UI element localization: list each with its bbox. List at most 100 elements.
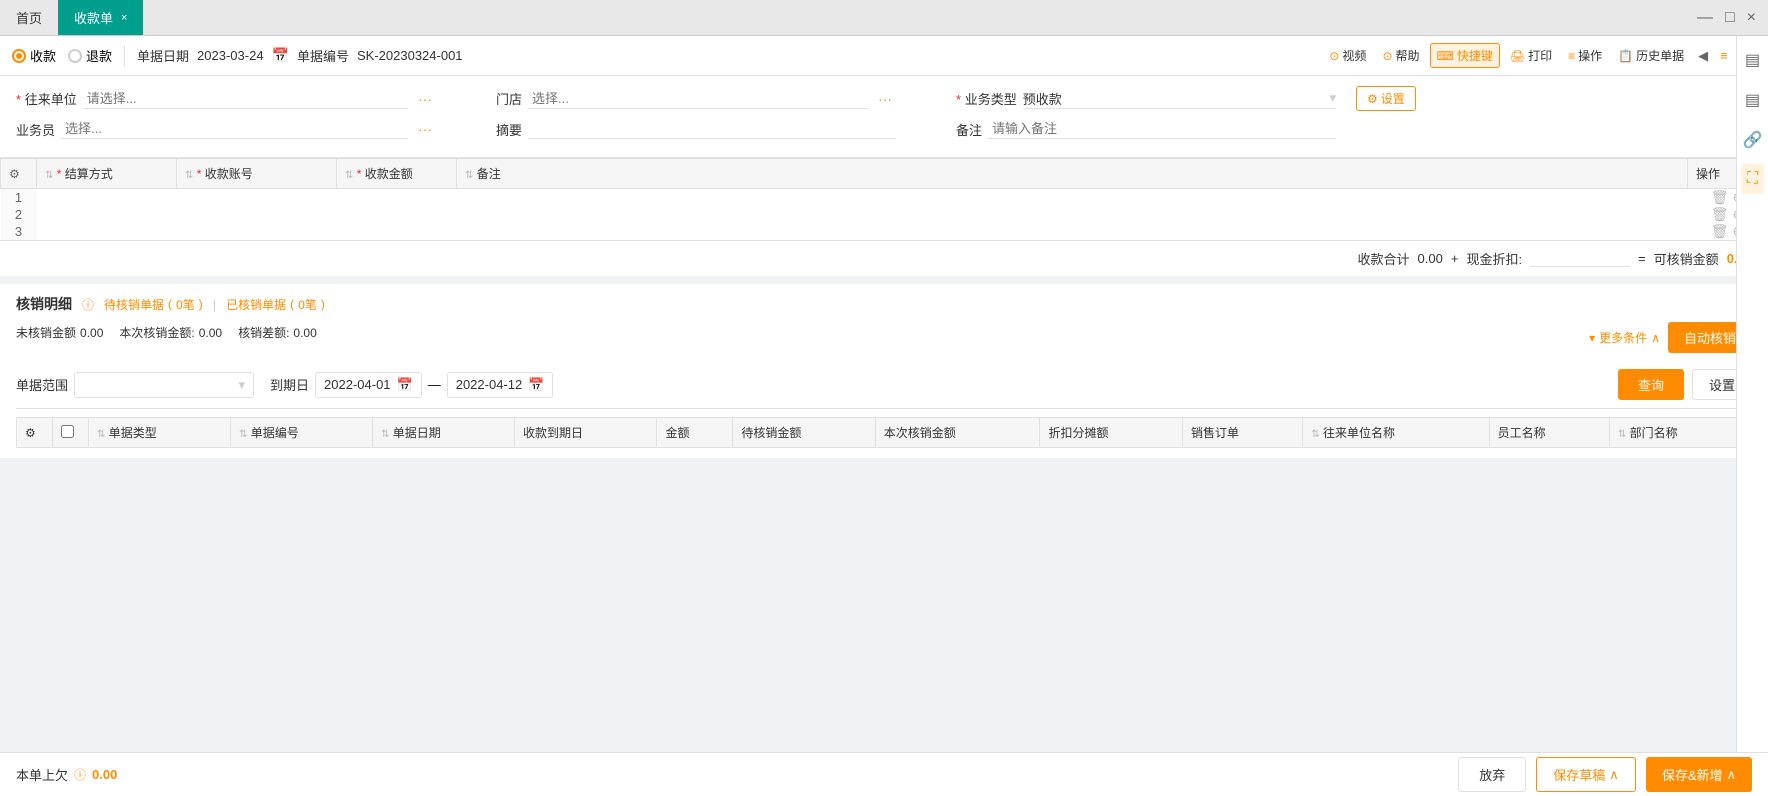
partner-input[interactable]: [83, 89, 408, 109]
tab-receipt[interactable]: 收款单 ×: [58, 0, 143, 35]
bottom-checkbox-header[interactable]: [53, 418, 89, 448]
select-all-checkbox[interactable]: [61, 425, 74, 438]
history-label: 历史单据: [1636, 47, 1684, 64]
tab-home[interactable]: 首页: [0, 0, 58, 35]
row-settle-2[interactable]: [37, 206, 177, 223]
biz-type-value: 预收款: [1023, 89, 1062, 108]
row-amount-1[interactable]: [337, 189, 457, 207]
summary-input[interactable]: [528, 119, 896, 139]
row-account-3[interactable]: [177, 223, 337, 240]
date-from-icon[interactable]: 📅: [397, 377, 413, 393]
store-label: 门店: [496, 89, 522, 108]
bottom-gear-icon[interactable]: ⚙: [25, 426, 36, 440]
form-area: * 往来单位 ··· 门店 ··· * 业务类型 预收款 ▾ ⚙: [0, 76, 1768, 158]
bottom-table-header: ⚙ ⇅ 单据类型 ⇅ 单据编号 ⇅ 单据日期: [17, 418, 1752, 448]
biz-type-select[interactable]: 预收款 ▾: [1023, 89, 1336, 109]
query-button[interactable]: 查询: [1618, 369, 1684, 400]
reconcile-info-icon[interactable]: ⓘ: [82, 296, 94, 313]
col-type-header: ⇅ 单据类型: [89, 418, 231, 448]
delete-icon-1[interactable]: 🗑: [1711, 189, 1729, 206]
save-new-label: 保存&新增: [1662, 765, 1723, 784]
date-label: 单据日期: [137, 46, 189, 65]
equals-sign: =: [1638, 251, 1646, 266]
save-draft-button[interactable]: 保存草稿 ∧: [1536, 757, 1636, 792]
save-new-button[interactable]: 保存&新增 ∧: [1646, 757, 1752, 792]
row-note-1[interactable]: [457, 189, 1688, 207]
num-value: SK-20230324-001: [357, 48, 463, 63]
shortcut-action[interactable]: ⌨ 快捷键: [1430, 43, 1500, 68]
panel-icon-1[interactable]: ▤: [1739, 44, 1766, 76]
discount-input[interactable]: [1530, 251, 1630, 267]
video-action[interactable]: ⊙ 视频: [1323, 44, 1372, 67]
pending-tab[interactable]: 待核销单据 ( 0笔 ): [104, 296, 203, 313]
current-stat: 本次核销金额: 0.00: [119, 324, 222, 341]
delete-icon-2[interactable]: 🗑: [1711, 206, 1729, 223]
shortcut-icon: ⌨: [1437, 49, 1454, 63]
store-ellipsis[interactable]: ···: [874, 91, 896, 107]
bottom-gear-header[interactable]: ⚙: [17, 418, 53, 448]
staff-input[interactable]: [61, 119, 408, 139]
row-amount-2[interactable]: [337, 206, 457, 223]
num-label: 单据编号: [297, 46, 349, 65]
summary-label: 摘要: [496, 120, 522, 139]
panel-icon-4[interactable]: ⛶: [1741, 164, 1764, 194]
print-action[interactable]: 🖨 打印: [1504, 44, 1558, 67]
row-num-3: 3: [1, 223, 37, 240]
minimize-button[interactable]: —: [1697, 9, 1713, 27]
row-settle-1[interactable]: [37, 189, 177, 207]
date-from-input[interactable]: 2022-04-01 📅: [315, 372, 422, 398]
store-input[interactable]: [528, 89, 868, 109]
partner-ellipsis[interactable]: ···: [414, 91, 436, 107]
date-to-input[interactable]: 2022-04-12 📅: [447, 372, 554, 398]
pending-count-val: 0笔: [176, 296, 195, 313]
uncancelled-val: 0.00: [80, 326, 103, 340]
delete-icon-3[interactable]: 🗑: [1711, 223, 1729, 240]
row-account-1[interactable]: [177, 189, 337, 207]
radio-refund[interactable]: 退款: [68, 46, 112, 65]
calendar-icon[interactable]: 📅: [272, 47, 289, 64]
pending-close: ): [199, 297, 203, 311]
history-icon: 📋: [1618, 49, 1633, 63]
history-action[interactable]: 📋 历史单据: [1612, 44, 1690, 67]
more-conditions[interactable]: ▾ 更多条件 ∧: [1589, 329, 1660, 346]
gear-icon[interactable]: ⚙: [9, 167, 20, 181]
footer-info-icon[interactable]: ⓘ: [74, 766, 86, 783]
operation-action[interactable]: ≡ 操作: [1562, 44, 1608, 67]
row-settle-3[interactable]: [37, 223, 177, 240]
reconcile-actions: ▾ 更多条件 ∧ 自动核销: [1589, 322, 1752, 353]
range-select[interactable]: ▾: [74, 372, 254, 398]
filter-actions: 查询 设置: [1618, 369, 1752, 400]
maximize-button[interactable]: □: [1725, 9, 1735, 27]
window-controls: — □ ×: [1697, 9, 1768, 27]
biz-type-field: * 业务类型 预收款 ▾: [956, 89, 1336, 109]
gear-header[interactable]: ⚙: [1, 159, 37, 189]
tab-close-icon[interactable]: ×: [121, 12, 127, 24]
filter-row: 单据范围 ▾ 到期日 2022-04-01 📅 — 2022-04-12 📅: [16, 361, 1752, 409]
help-action[interactable]: ⊙ 帮助: [1376, 44, 1425, 67]
note-label: 备注: [956, 120, 982, 139]
reconcile-section: 核销明细 ⓘ 待核销单据 ( 0笔 ) | 已核销单据 ( 0笔 ) 未核销金额…: [0, 284, 1768, 458]
save-new-arrow: ∧: [1726, 767, 1736, 783]
panel-icon-3[interactable]: 🔗: [1737, 124, 1768, 156]
prev-arrow[interactable]: ◀: [1694, 46, 1712, 66]
help-label: 帮助: [1396, 47, 1420, 64]
list-view-icon[interactable]: ≡: [1716, 46, 1732, 66]
row-note-2[interactable]: [457, 206, 1688, 223]
abandon-button[interactable]: 放弃: [1458, 757, 1526, 792]
staff-ellipsis[interactable]: ···: [414, 121, 436, 137]
operation-label: 操作: [1578, 47, 1602, 64]
done-tab[interactable]: 已核销单据 ( 0笔 ): [226, 296, 325, 313]
panel-icon-2[interactable]: ▤: [1739, 84, 1766, 116]
row-note-3[interactable]: [457, 223, 1688, 240]
doc-info: 单据日期 2023-03-24 📅 单据编号 SK-20230324-001: [137, 46, 463, 65]
date-range-field: 到期日 2022-04-01 📅 — 2022-04-12 📅: [270, 372, 553, 398]
date-to-icon[interactable]: 📅: [528, 377, 544, 393]
row-account-2[interactable]: [177, 206, 337, 223]
row-amount-3[interactable]: [337, 223, 457, 240]
close-button[interactable]: ×: [1747, 9, 1756, 27]
setting-label: 设置: [1381, 90, 1405, 107]
radio-receipt[interactable]: 收款: [12, 46, 56, 65]
note-input[interactable]: [988, 119, 1336, 139]
setting-button[interactable]: ⚙ 设置: [1356, 86, 1416, 111]
col-settle-header: ⇅ * 结算方式: [37, 159, 177, 189]
